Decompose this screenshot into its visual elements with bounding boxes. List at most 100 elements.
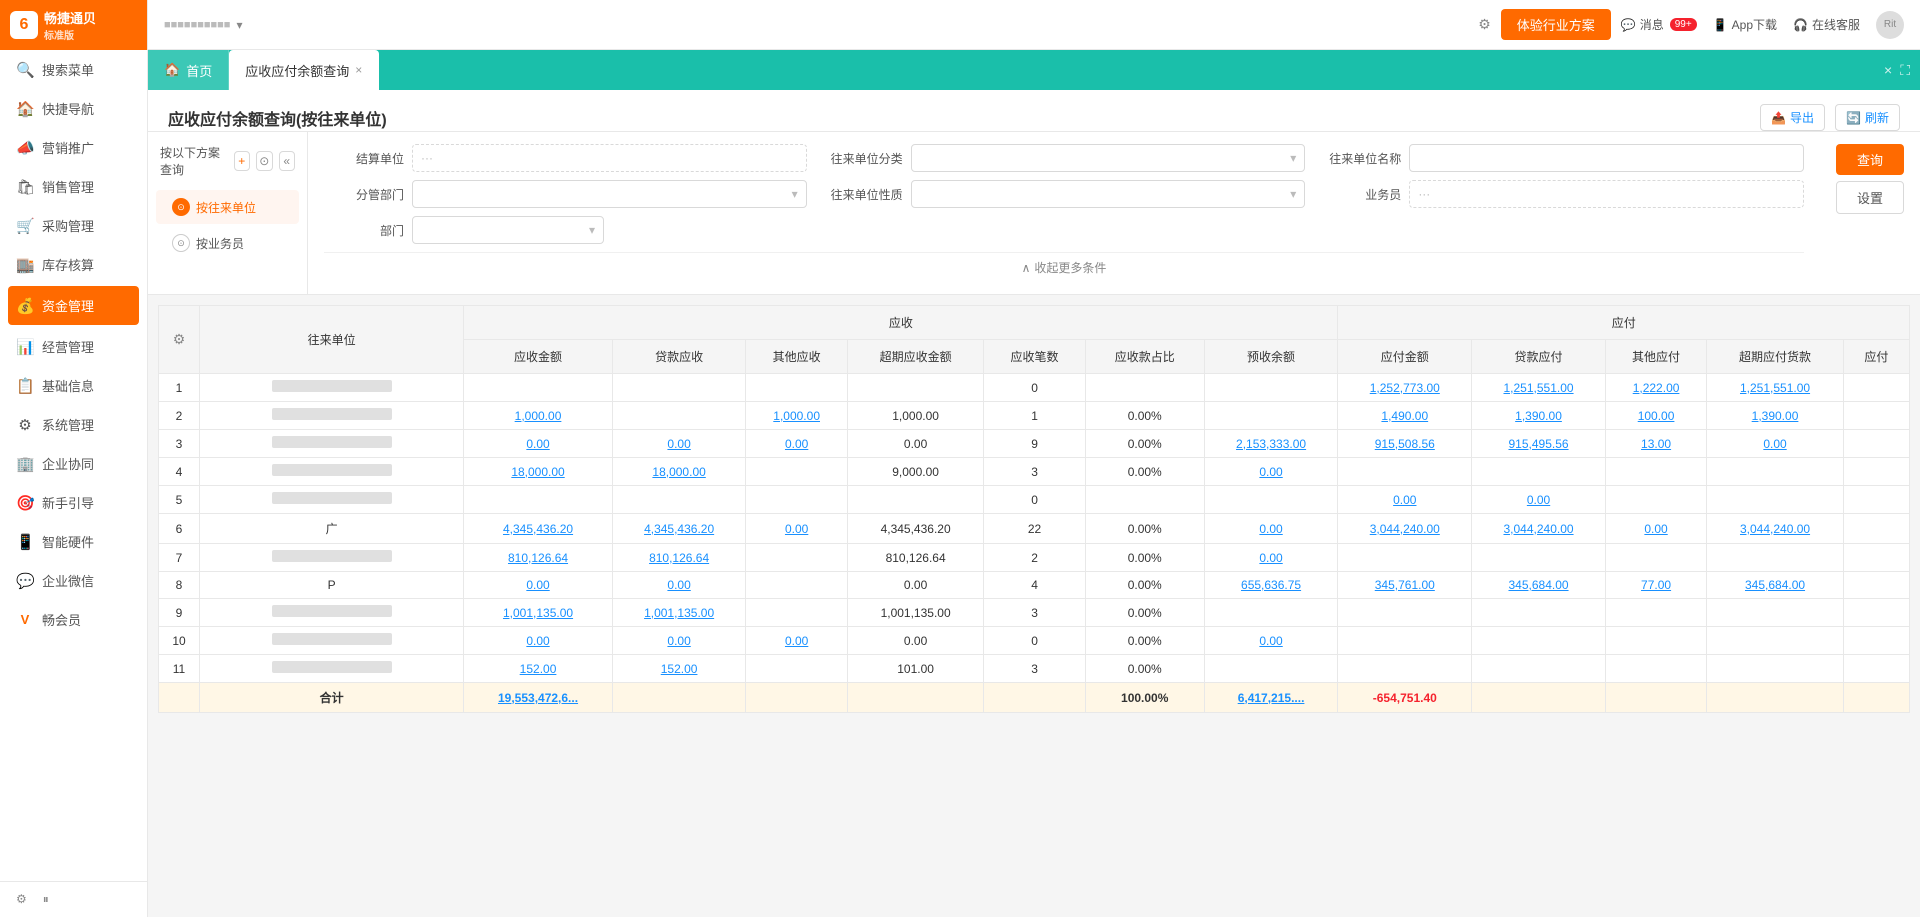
tab-close-icon[interactable]: × — [355, 63, 362, 77]
sidebar-item-operations[interactable]: 📊 经营管理 — [0, 327, 147, 366]
sidebar-item-enterprise[interactable]: 🏢 企业协同 — [0, 444, 147, 483]
footer-other-receivable — [746, 683, 847, 713]
table-row: 21,000.001,000.001,000.0010.00%1,490.001… — [159, 402, 1910, 430]
nav-item-by-salesperson[interactable]: ⊙ 按业务员 — [156, 226, 299, 260]
dept-dropdown-icon: ▾ — [792, 187, 798, 201]
table-row: 418,000.0018,000.009,000.0030.00%0.00 — [159, 458, 1910, 486]
partner-name-input[interactable] — [1409, 144, 1804, 172]
smart-hw-icon: 📱 — [16, 533, 34, 551]
table-row: 11152.00152.00101.0030.00% — [159, 655, 1910, 683]
finance-icon: 💰 — [16, 297, 34, 315]
query-button[interactable]: 查询 — [1836, 144, 1904, 175]
refresh-button[interactable]: 🔄 刷新 — [1835, 104, 1900, 131]
sidebar-item-purchase[interactable]: 🛒 采购管理 — [0, 206, 147, 245]
partner-nature-field: 往来单位性质 ▾ — [823, 180, 1306, 208]
th-other-payable: 其他应付 — [1605, 340, 1706, 374]
filter-collapse-btn[interactable]: « — [279, 151, 295, 171]
sidebar-bottom: ⚙ ⏸ — [0, 881, 147, 917]
footer-receivable-ratio: 100.00% — [1085, 683, 1204, 713]
header-right: 💬 消息 99+ 📱 App下载 🎧 在线客服 Rit — [1621, 11, 1904, 39]
cell-partner — [200, 374, 464, 402]
basic-info-icon: 📋 — [16, 377, 34, 395]
sidebar-item-basic-info[interactable]: 📋 基础信息 — [0, 366, 147, 405]
th-loan-payable: 贷款应付 — [1472, 340, 1606, 374]
table-row: 8P0.000.000.0040.00%655,636.75345,761.00… — [159, 572, 1910, 599]
filter-fields: 结算单位 ··· 往来单位分类 ▾ 往来单位名称 — [308, 132, 1820, 294]
sidebar-settings-icon[interactable]: ⚙ — [16, 892, 27, 907]
footer-label: 合计 — [200, 683, 464, 713]
filter-collapse-bar[interactable]: ∧ 收起更多条件 — [324, 252, 1804, 282]
avatar: Rit — [1876, 11, 1904, 39]
partner-nature-select[interactable]: ▾ — [911, 180, 1306, 208]
filter-action-btns: 查询 设置 — [1820, 132, 1920, 294]
partner-name-field: 往来单位名称 — [1321, 144, 1804, 172]
promo-button[interactable]: 体验行业方案 — [1501, 9, 1611, 40]
sidebar-item-finance[interactable]: 💰 资金管理 — [8, 286, 139, 325]
th-overdue-receivable: 超期应收金额 — [847, 340, 984, 374]
nav-item-by-partner[interactable]: ⊙ 按往来单位 — [156, 190, 299, 224]
tab-home[interactable]: 🏠 首页 — [148, 50, 229, 90]
footer-receivable-amount[interactable]: 19,553,472,6... — [464, 683, 612, 713]
table-settings-icon[interactable]: ⚙ — [169, 330, 189, 350]
sidebar-item-guide[interactable]: 🎯 新手引导 — [0, 483, 147, 522]
cell-partner: 广 — [200, 514, 464, 544]
filter-add-btn[interactable]: + — [234, 151, 250, 171]
breadcrumb: ■■■■■■■■■■ ▾ — [164, 18, 1468, 32]
breadcrumb-chevron-icon[interactable]: ▾ — [236, 18, 242, 32]
sidebar-item-smart-hw[interactable]: 📱 智能硬件 — [0, 522, 147, 561]
partner-category-field: 往来单位分类 ▾ — [823, 144, 1306, 172]
sidebar-item-vip[interactable]: V 畅会员 — [0, 600, 147, 639]
table-row: 500.000.00 — [159, 486, 1910, 514]
dept-field: 分管部门 ▾ — [324, 180, 807, 208]
th-loan-receivable: 贷款应收 — [612, 340, 746, 374]
online-service-btn[interactable]: 🎧 在线客服 — [1793, 16, 1860, 33]
settlement-unit-field: 结算单位 ··· — [324, 144, 807, 172]
header-settings-icon[interactable]: ⚙ — [1478, 16, 1491, 33]
cell-partner — [200, 599, 464, 627]
filter-settings-btn[interactable]: ⊙ — [256, 151, 272, 171]
tab-close-all-icon[interactable]: × — [1884, 62, 1892, 78]
tab-receivable-query[interactable]: 应收应付余额查询 × — [229, 50, 379, 90]
table-row: 101,252,773.001,251,551.001,222.001,251,… — [159, 374, 1910, 402]
sidebar-item-sales[interactable]: 🛍 销售管理 — [0, 167, 147, 206]
sales-icon: 🛍 — [16, 178, 34, 196]
vip-icon: V — [16, 612, 34, 627]
cell-partner — [200, 544, 464, 572]
cell-partner — [200, 402, 464, 430]
message-icon: 💬 — [1621, 18, 1636, 32]
download-icon: 📱 — [1713, 18, 1728, 32]
salesperson-input[interactable]: ··· — [1409, 180, 1804, 208]
department-select[interactable]: ▾ — [412, 216, 604, 244]
footer-advance-balance[interactable]: 6,417,215.... — [1204, 683, 1338, 713]
th-receivable-amount: 应收金额 — [464, 340, 612, 374]
export-icon: 📤 — [1771, 111, 1786, 125]
by-partner-icon: ⊙ — [172, 198, 190, 216]
table-row: 7810,126.64810,126.64810,126.6420.00%0.0… — [159, 544, 1910, 572]
dept-select[interactable]: ▾ — [412, 180, 807, 208]
user-avatar[interactable]: Rit — [1876, 11, 1904, 39]
messages-badge: 99+ — [1670, 18, 1697, 31]
main-content: 应收应付余额查询(按往来单位) 📤 导出 🔄 刷新 按以下方案查询 + ⊙ « … — [148, 90, 1920, 917]
export-button[interactable]: 📤 导出 — [1760, 104, 1825, 131]
sidebar-item-marketing[interactable]: 📣 营销推广 — [0, 128, 147, 167]
sidebar-collapse-icon[interactable]: ⏸ — [43, 892, 49, 907]
sidebar-item-corp-wechat[interactable]: 💬 企业微信 — [0, 561, 147, 600]
home-icon: 🏠 — [16, 100, 34, 118]
tab-fullscreen-icon[interactable]: ⛶ — [1900, 62, 1910, 79]
purchase-icon: 🛒 — [16, 217, 34, 235]
set-button[interactable]: 设置 — [1836, 181, 1904, 214]
dept2-dropdown-icon: ▾ — [589, 223, 595, 237]
sidebar-item-quick-nav[interactable]: 🏠 快捷导航 — [0, 89, 147, 128]
table-row: 30.000.000.000.0090.00%2,153,333.00915,5… — [159, 430, 1910, 458]
sidebar-item-inventory[interactable]: 🏬 库存核算 — [0, 245, 147, 284]
salesperson-field: 业务员 ··· — [1321, 180, 1804, 208]
messages-btn[interactable]: 💬 消息 99+ — [1621, 16, 1697, 33]
app-download-btn[interactable]: 📱 App下载 — [1713, 16, 1777, 33]
sidebar-item-system[interactable]: ⚙ 系统管理 — [0, 405, 147, 444]
sidebar-item-search[interactable]: 🔍 搜索菜单 — [0, 50, 147, 89]
settlement-unit-input[interactable]: ··· — [412, 144, 807, 172]
table-row: 6广4,345,436.204,345,436.200.004,345,436.… — [159, 514, 1910, 544]
logo-text: 畅捷通贝 标准版 — [44, 8, 96, 42]
partner-category-select[interactable]: ▾ — [911, 144, 1306, 172]
marketing-icon: 📣 — [16, 139, 34, 157]
